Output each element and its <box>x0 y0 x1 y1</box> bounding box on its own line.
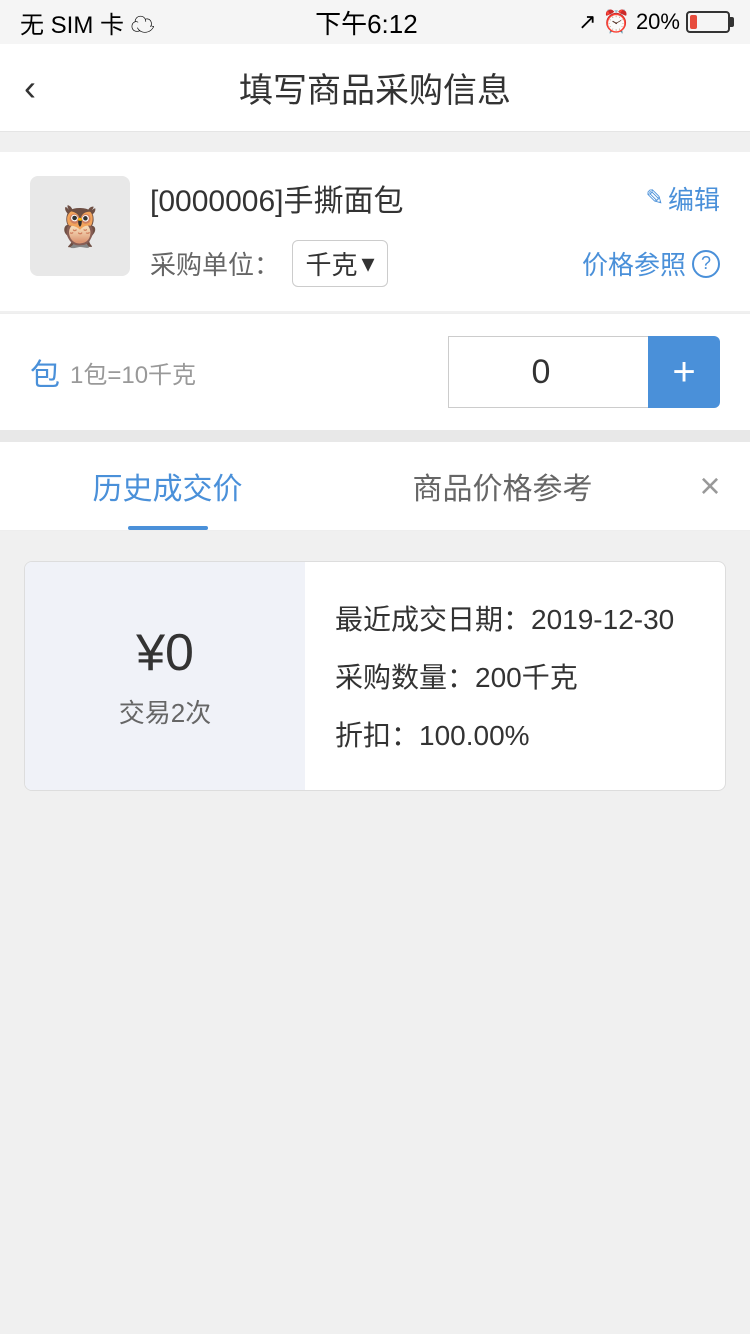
sim-label: 无 SIM 卡 ☁ <box>20 5 155 40</box>
unit-row-left: 采购单位： 千克 ▾ <box>150 240 388 287</box>
battery-fill <box>690 15 697 29</box>
product-thumbnail: 🦉 <box>30 176 130 276</box>
price-ref-label: 价格参照 <box>582 245 686 282</box>
history-price-value: ¥0 <box>136 623 194 683</box>
quantity-input[interactable] <box>448 336 648 408</box>
status-left: 无 SIM 卡 ☁ <box>20 5 155 40</box>
last-date-value: 2019-12-30 <box>531 604 674 635</box>
unit-sub-label: 1包=10千克 <box>70 355 196 390</box>
edit-button[interactable]: ✎ 编辑 <box>646 180 720 217</box>
product-image-icon: 🦉 <box>55 203 105 250</box>
tab-history-price-label: 历史成交价 <box>93 464 243 508</box>
battery-percent: 20% <box>636 9 680 35</box>
tab-history-price[interactable]: 历史成交价 <box>0 442 335 530</box>
location-icon: ↗ <box>578 9 596 35</box>
edit-label: 编辑 <box>668 180 720 217</box>
info-icon: ? <box>692 250 720 278</box>
history-price-panel: ¥0 交易2次 <box>25 562 305 790</box>
nav-bar: ‹ 填写商品采购信息 <box>0 44 750 132</box>
quantity-label: 包 1包=10千克 <box>30 350 196 394</box>
tabs-container: 历史成交价 商品价格参考 × <box>0 442 750 531</box>
unit-select[interactable]: 千克 ▾ <box>292 240 387 287</box>
unit-badge: 包 <box>30 350 60 394</box>
quantity-control: + <box>448 336 720 408</box>
tab-product-price-ref-label: 商品价格参考 <box>413 464 593 508</box>
product-name: [0000006]手撕面包 <box>150 176 403 220</box>
product-header: [0000006]手撕面包 ✎ 编辑 <box>150 176 720 220</box>
main-content: ¥0 交易2次 最近成交日期：2019-12-30 采购数量：200千克 折扣：… <box>0 561 750 1261</box>
battery-icon <box>686 11 730 33</box>
back-button[interactable]: ‹ <box>24 67 36 109</box>
quantity-plus-button[interactable]: + <box>648 336 720 408</box>
discount-value: 100.00% <box>419 720 530 751</box>
last-date-label: 最近成交日期： <box>335 604 531 635</box>
product-info: [0000006]手撕面包 ✎ 编辑 采购单位： 千克 ▾ 价格参照 ? <box>150 176 720 287</box>
product-unit-row: 采购单位： 千克 ▾ 价格参照 ? <box>150 240 720 287</box>
unit-value: 千克 <box>305 245 357 282</box>
page-title: 填写商品采购信息 <box>239 63 511 112</box>
alarm-icon: ⏰ <box>603 9 630 35</box>
discount-line: 折扣：100.00% <box>335 714 695 754</box>
discount-label: 折扣： <box>335 720 419 751</box>
edit-icon: ✎ <box>646 185 664 211</box>
last-date-line: 最近成交日期：2019-12-30 <box>335 598 695 638</box>
history-card: ¥0 交易2次 最近成交日期：2019-12-30 采购数量：200千克 折扣：… <box>24 561 726 791</box>
tab-product-price-ref[interactable]: 商品价格参考 <box>335 442 670 530</box>
price-ref-button[interactable]: 价格参照 ? <box>582 245 720 282</box>
status-bar: 无 SIM 卡 ☁ 下午6:12 ↗ ⏰ 20% <box>0 0 750 44</box>
history-details-panel: 最近成交日期：2019-12-30 采购数量：200千克 折扣：100.00% <box>305 562 725 790</box>
purchase-qty-line: 采购数量：200千克 <box>335 656 695 696</box>
product-card: 🦉 [0000006]手撕面包 ✎ 编辑 采购单位： 千克 ▾ 价格参照 ? <box>0 152 750 311</box>
status-right: ↗ ⏰ 20% <box>578 9 730 35</box>
quantity-row: 包 1包=10千克 + <box>0 313 750 430</box>
section-divider <box>0 430 750 442</box>
tab-close-button[interactable]: × <box>670 442 750 530</box>
chevron-down-icon: ▾ <box>361 248 374 279</box>
status-time: 下午6:12 <box>315 4 418 41</box>
purchase-qty-value: 200千克 <box>475 662 578 693</box>
unit-prefix-label: 采购单位： <box>150 250 280 280</box>
purchase-qty-label: 采购数量： <box>335 662 475 693</box>
history-trade-count: 交易2次 <box>119 693 211 730</box>
